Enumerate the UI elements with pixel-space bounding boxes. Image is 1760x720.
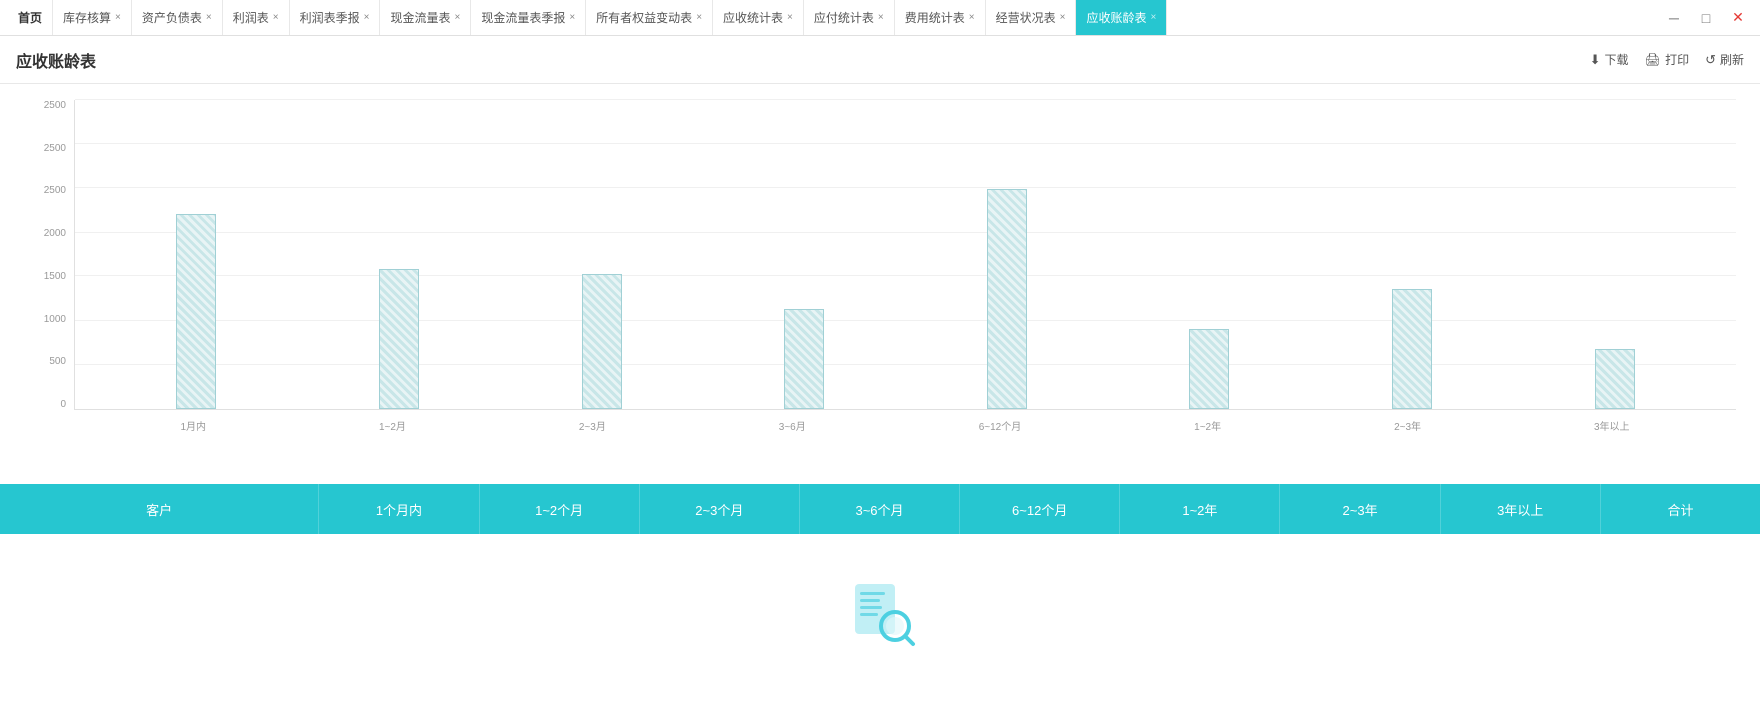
chart-area: 0 500 1000 1500 2000 2500 2500 2500: [0, 84, 1760, 484]
close-tab-balance-sheet[interactable]: ×: [206, 12, 212, 23]
tab-ap-stats[interactable]: 应付统计表 ×: [804, 0, 895, 36]
bar-group-2-3: [582, 274, 622, 409]
bar-2-3yr: [1392, 289, 1432, 409]
col-1-2yr: 1~2年: [1120, 484, 1280, 534]
x-label-jan: 1月内: [180, 418, 206, 433]
tab-ar-aging[interactable]: 应收账龄表 ×: [1076, 0, 1167, 36]
y-label-2500c: 2500: [44, 100, 66, 111]
empty-state: [0, 534, 1760, 694]
tab-cashflow-quarterly[interactable]: 现金流量表季报 ×: [471, 0, 586, 36]
y-label-1000: 1000: [44, 314, 66, 325]
close-tab-inventory[interactable]: ×: [115, 12, 121, 23]
bar-group-1-2yr: [1189, 329, 1229, 409]
col-2-3m: 2~3个月: [640, 484, 800, 534]
bar-group-2-3yr: [1392, 289, 1432, 409]
close-tab-expense-stats[interactable]: ×: [969, 12, 975, 23]
bar-group-3-6: [784, 309, 824, 409]
refresh-icon: ↺: [1705, 52, 1716, 68]
download-button[interactable]: ⬇ 下载: [1590, 51, 1629, 68]
tab-ar-stats[interactable]: 应收统计表 ×: [713, 0, 804, 36]
close-tab-ar-aging[interactable]: ×: [1150, 12, 1156, 23]
close-tab-cashflow-quarterly[interactable]: ×: [569, 12, 575, 23]
bar-1-2: [379, 269, 419, 409]
y-label-2000: 2000: [44, 228, 66, 239]
close-window-button[interactable]: ✕: [1724, 4, 1752, 32]
page-actions: ⬇ 下载 🖨 打印 ↺ 刷新: [1590, 51, 1744, 68]
tab-operations[interactable]: 经营状况表 ×: [986, 0, 1077, 36]
y-axis: 0 500 1000 1500 2000 2500 2500 2500: [24, 100, 74, 410]
col-6-12m: 6~12个月: [960, 484, 1120, 534]
maximize-button[interactable]: □: [1692, 4, 1720, 32]
bar-3-6: [784, 309, 824, 409]
bar-group-jan: [176, 214, 216, 409]
close-tab-cashflow[interactable]: ×: [454, 12, 460, 23]
minimize-button[interactable]: ─: [1660, 4, 1688, 32]
page-header: 应收账龄表 ⬇ 下载 🖨 打印 ↺ 刷新: [0, 36, 1760, 84]
tab-balance-sheet[interactable]: 资产负债表 ×: [132, 0, 223, 36]
col-customer: 客户: [0, 484, 319, 534]
y-label-1500: 1500: [44, 271, 66, 282]
col-3-6m: 3~6个月: [800, 484, 960, 534]
y-label-2500b: 2500: [44, 143, 66, 154]
col-1-2m: 1~2个月: [480, 484, 640, 534]
close-tab-ap-stats[interactable]: ×: [878, 12, 884, 23]
bar-group-1-2: [379, 269, 419, 409]
bars-container: [75, 100, 1736, 409]
bar-group-3yr: [1595, 349, 1635, 409]
x-label-2-3m: 2~3月: [579, 418, 606, 433]
tab-income[interactable]: 利润表 ×: [223, 0, 290, 36]
col-2-3yr: 2~3年: [1280, 484, 1440, 534]
tab-income-quarterly[interactable]: 利润表季报 ×: [290, 0, 381, 36]
x-label-3yr: 3年以上: [1594, 418, 1630, 433]
x-label-6-12m: 6~12个月: [979, 418, 1022, 433]
x-label-1-2yr: 1~2年: [1194, 418, 1221, 433]
bar-3yr: [1595, 349, 1635, 409]
print-icon: 🖨: [1645, 52, 1662, 68]
tab-equity[interactable]: 所有者权益变动表 ×: [586, 0, 713, 36]
col-3yr: 3年以上: [1441, 484, 1601, 534]
bar-2-3: [582, 274, 622, 409]
empty-icon: [840, 574, 920, 654]
close-tab-income-quarterly[interactable]: ×: [364, 12, 370, 23]
tab-bar: 首页 库存核算 × 资产负债表 × 利润表 × 利润表季报 × 现金流量表 × …: [0, 0, 1760, 36]
col-1m: 1个月内: [319, 484, 479, 534]
download-icon: ⬇: [1590, 52, 1601, 68]
y-label-500: 500: [49, 356, 66, 367]
window-actions: ─ □ ✕: [1660, 4, 1752, 32]
x-axis: 1月内 1~2月 2~3月 3~6月 6~12个月 1~2年 2~3年 3年以上: [74, 410, 1736, 440]
x-label-2-3yr: 2~3年: [1394, 418, 1421, 433]
print-button[interactable]: 🖨 打印: [1645, 51, 1690, 68]
close-tab-income[interactable]: ×: [273, 12, 279, 23]
x-label-3-6m: 3~6月: [779, 418, 806, 433]
close-tab-operations[interactable]: ×: [1060, 12, 1066, 23]
bar-6-12: [987, 189, 1027, 409]
table-header: 客户 1个月内 1~2个月 2~3个月 3~6个月 6~12个月 1~2年 2~…: [0, 484, 1760, 534]
tab-expense-stats[interactable]: 费用统计表 ×: [895, 0, 986, 36]
tab-home[interactable]: 首页: [8, 0, 53, 36]
close-tab-equity[interactable]: ×: [696, 12, 702, 23]
tab-cashflow[interactable]: 现金流量表 ×: [380, 0, 471, 36]
main-content: 0 500 1000 1500 2000 2500 2500 2500: [0, 84, 1760, 720]
close-tab-ar-stats[interactable]: ×: [787, 12, 793, 23]
bar-group-6-12: [987, 189, 1027, 409]
col-total: 合计: [1601, 484, 1760, 534]
refresh-button[interactable]: ↺ 刷新: [1705, 51, 1744, 68]
y-label-2500a: 2500: [44, 185, 66, 196]
x-label-1-2m: 1~2月: [379, 418, 406, 433]
chart-plot: [74, 100, 1736, 410]
chart-container: 0 500 1000 1500 2000 2500 2500 2500: [24, 100, 1736, 440]
bar-jan: [176, 214, 216, 409]
y-label-0: 0: [60, 399, 66, 410]
tab-inventory[interactable]: 库存核算 ×: [53, 0, 132, 36]
page-title: 应收账龄表: [16, 48, 96, 72]
bar-1-2yr: [1189, 329, 1229, 409]
